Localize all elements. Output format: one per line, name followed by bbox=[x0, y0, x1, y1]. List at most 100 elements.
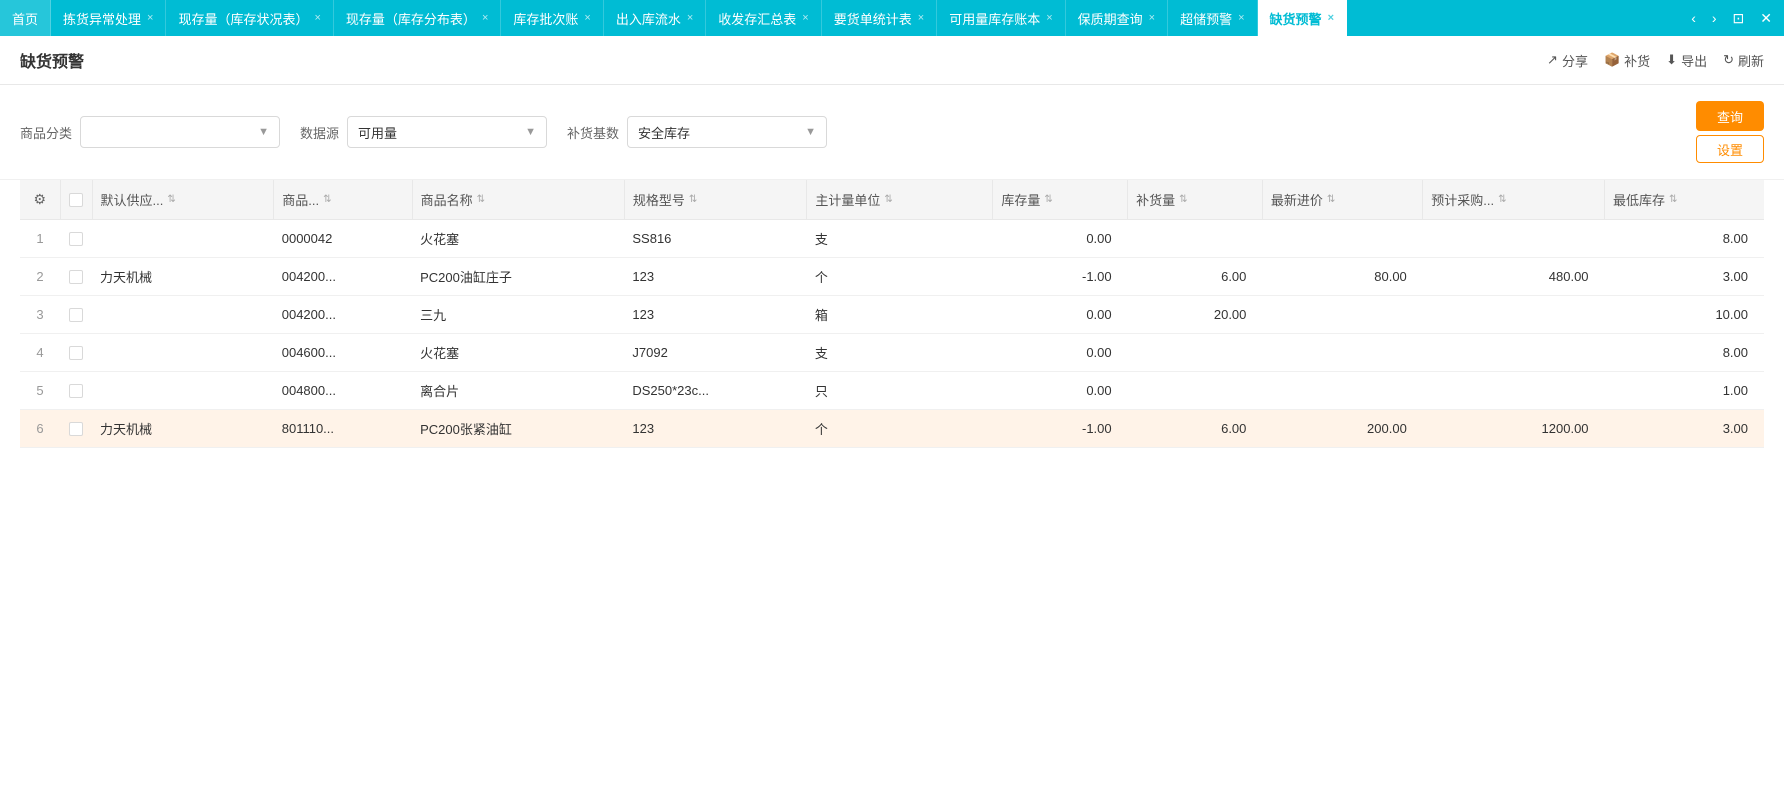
row-latest-price bbox=[1262, 372, 1422, 410]
th-gear[interactable]: ⚙ bbox=[20, 180, 60, 220]
page-title: 缺货预警 bbox=[20, 48, 84, 72]
replenish-select[interactable]: 安全库存 ▼ bbox=[627, 116, 827, 148]
datasource-chevron-down-icon: ▼ bbox=[525, 126, 536, 138]
nav-prev-btn[interactable]: ‹ bbox=[1683, 0, 1704, 36]
tab-batch[interactable]: 库存批次账 × bbox=[501, 0, 603, 36]
tab-demand-stats[interactable]: 要货单统计表 × bbox=[822, 0, 937, 36]
row-replenish bbox=[1128, 372, 1263, 410]
row-checkbox-cell bbox=[60, 334, 92, 372]
close-tab-inout-flow[interactable]: × bbox=[687, 12, 693, 24]
th-check[interactable] bbox=[60, 180, 92, 220]
row-unit: 个 bbox=[807, 410, 993, 448]
row-supplier bbox=[92, 372, 274, 410]
tab-abnormal[interactable]: 拣货异常处理 × bbox=[51, 0, 166, 36]
gear-icon[interactable]: ⚙ bbox=[28, 191, 52, 208]
row-checkbox[interactable] bbox=[69, 270, 83, 284]
close-tab-expiry-query[interactable]: × bbox=[1149, 12, 1155, 24]
tab-inout-flow[interactable]: 出入库流水 × bbox=[604, 0, 706, 36]
settings-button[interactable]: 设置 bbox=[1696, 135, 1764, 163]
row-est-purchase: 480.00 bbox=[1423, 258, 1605, 296]
row-checkbox[interactable] bbox=[69, 346, 83, 360]
share-button[interactable]: ↗ 分享 bbox=[1547, 51, 1588, 70]
replenish-select-value: 安全库存 bbox=[638, 123, 797, 142]
tab-receive-summary[interactable]: 收发存汇总表 × bbox=[706, 0, 821, 36]
row-unit: 箱 bbox=[807, 296, 993, 334]
row-checkbox[interactable] bbox=[69, 308, 83, 322]
row-supplier bbox=[92, 220, 274, 258]
row-replenish bbox=[1128, 220, 1263, 258]
close-tab-inventory-dist[interactable]: × bbox=[482, 12, 488, 24]
nav-restore-btn[interactable]: ⊡ bbox=[1725, 0, 1753, 36]
tab-home[interactable]: 首页 bbox=[0, 0, 51, 36]
sort-icon-min-stock[interactable]: ⇅ bbox=[1669, 194, 1677, 205]
select-all-checkbox[interactable] bbox=[69, 193, 83, 207]
tab-overstock[interactable]: 超储预警 × bbox=[1168, 0, 1257, 36]
table-body: 1 0000042 火花塞 SS816 支 0.00 8.00 2 力天机械 0… bbox=[20, 220, 1764, 448]
row-name: 火花塞 bbox=[412, 220, 624, 258]
sort-icon-stock[interactable]: ⇅ bbox=[1044, 194, 1052, 205]
datasource-filter-group: 数据源 可用量 ▼ bbox=[300, 116, 547, 148]
row-checkbox[interactable] bbox=[69, 384, 83, 398]
row-index: 3 bbox=[20, 296, 60, 334]
sort-icon-name[interactable]: ⇅ bbox=[477, 194, 485, 205]
table-container: ⚙ 默认供应... ⇅ 商品... ⇅ bbox=[0, 180, 1784, 448]
nav-controls: ‹ › ⊡ ✕ bbox=[1683, 0, 1784, 36]
close-tab-shortage[interactable]: × bbox=[1328, 12, 1334, 24]
sort-icon-est-purchase[interactable]: ⇅ bbox=[1498, 194, 1506, 205]
row-unit: 只 bbox=[807, 372, 993, 410]
row-checkbox[interactable] bbox=[69, 422, 83, 436]
filter-bar: 商品分类 ▼ 数据源 可用量 ▼ 补货基数 安全库存 ▼ 查询 设置 bbox=[0, 85, 1784, 180]
row-stock: 0.00 bbox=[993, 220, 1128, 258]
replenish-button[interactable]: 📦 补货 bbox=[1604, 51, 1650, 70]
tab-inventory-dist[interactable]: 现存量（库存分布表） × bbox=[334, 0, 501, 36]
row-latest-price: 80.00 bbox=[1262, 258, 1422, 296]
row-min-stock: 1.00 bbox=[1605, 372, 1764, 410]
th-supplier: 默认供应... ⇅ bbox=[92, 180, 274, 220]
nav-close-btn[interactable]: ✕ bbox=[1752, 0, 1780, 36]
sort-icon-unit[interactable]: ⇅ bbox=[884, 194, 892, 205]
tab-expiry-query[interactable]: 保质期查询 × bbox=[1066, 0, 1168, 36]
table-row: 1 0000042 火花塞 SS816 支 0.00 8.00 bbox=[20, 220, 1764, 258]
query-button[interactable]: 查询 bbox=[1696, 101, 1764, 131]
export-button[interactable]: ⬇ 导出 bbox=[1666, 51, 1707, 70]
row-est-purchase: 1200.00 bbox=[1423, 410, 1605, 448]
th-latest-price: 最新进价 ⇅ bbox=[1262, 180, 1422, 220]
sort-icon-latest-price[interactable]: ⇅ bbox=[1327, 194, 1335, 205]
refresh-button[interactable]: ↻ 刷新 bbox=[1723, 51, 1764, 70]
row-code: 004800... bbox=[274, 372, 412, 410]
sort-icon-spec[interactable]: ⇅ bbox=[689, 194, 697, 205]
row-checkbox[interactable] bbox=[69, 232, 83, 246]
row-spec: 123 bbox=[624, 296, 806, 334]
row-est-purchase bbox=[1423, 296, 1605, 334]
close-tab-available-ledger[interactable]: × bbox=[1046, 12, 1052, 24]
category-select[interactable]: ▼ bbox=[80, 116, 280, 148]
datasource-label: 数据源 bbox=[300, 123, 339, 142]
tab-shortage[interactable]: 缺货预警 × bbox=[1258, 0, 1347, 36]
th-spec: 规格型号 ⇅ bbox=[624, 180, 806, 220]
row-unit: 支 bbox=[807, 220, 993, 258]
row-min-stock: 8.00 bbox=[1605, 334, 1764, 372]
sort-icon-supplier[interactable]: ⇅ bbox=[167, 194, 175, 205]
close-tab-receive-summary[interactable]: × bbox=[802, 12, 808, 24]
row-unit: 个 bbox=[807, 258, 993, 296]
row-code: 004200... bbox=[274, 296, 412, 334]
tab-inventory-status[interactable]: 现存量（库存状况表） × bbox=[166, 0, 333, 36]
close-tab-demand-stats[interactable]: × bbox=[918, 12, 924, 24]
close-tab-inventory-status[interactable]: × bbox=[314, 12, 320, 24]
row-code: 004200... bbox=[274, 258, 412, 296]
row-spec: 123 bbox=[624, 410, 806, 448]
tab-available-ledger[interactable]: 可用量库存账本 × bbox=[937, 0, 1065, 36]
sort-icon-replenish[interactable]: ⇅ bbox=[1179, 194, 1187, 205]
row-code: 0000042 bbox=[274, 220, 412, 258]
row-replenish: 6.00 bbox=[1128, 410, 1263, 448]
close-tab-abnormal[interactable]: × bbox=[147, 12, 153, 24]
sort-icon-code[interactable]: ⇅ bbox=[323, 194, 331, 205]
row-latest-price: 200.00 bbox=[1262, 410, 1422, 448]
nav-next-btn[interactable]: › bbox=[1704, 0, 1725, 36]
row-spec: DS250*23c... bbox=[624, 372, 806, 410]
table-row: 5 004800... 离合片 DS250*23c... 只 0.00 1.00 bbox=[20, 372, 1764, 410]
replenish-base-label: 补货基数 bbox=[567, 123, 619, 142]
close-tab-batch[interactable]: × bbox=[584, 12, 590, 24]
datasource-select[interactable]: 可用量 ▼ bbox=[347, 116, 547, 148]
close-tab-overstock[interactable]: × bbox=[1238, 12, 1244, 24]
